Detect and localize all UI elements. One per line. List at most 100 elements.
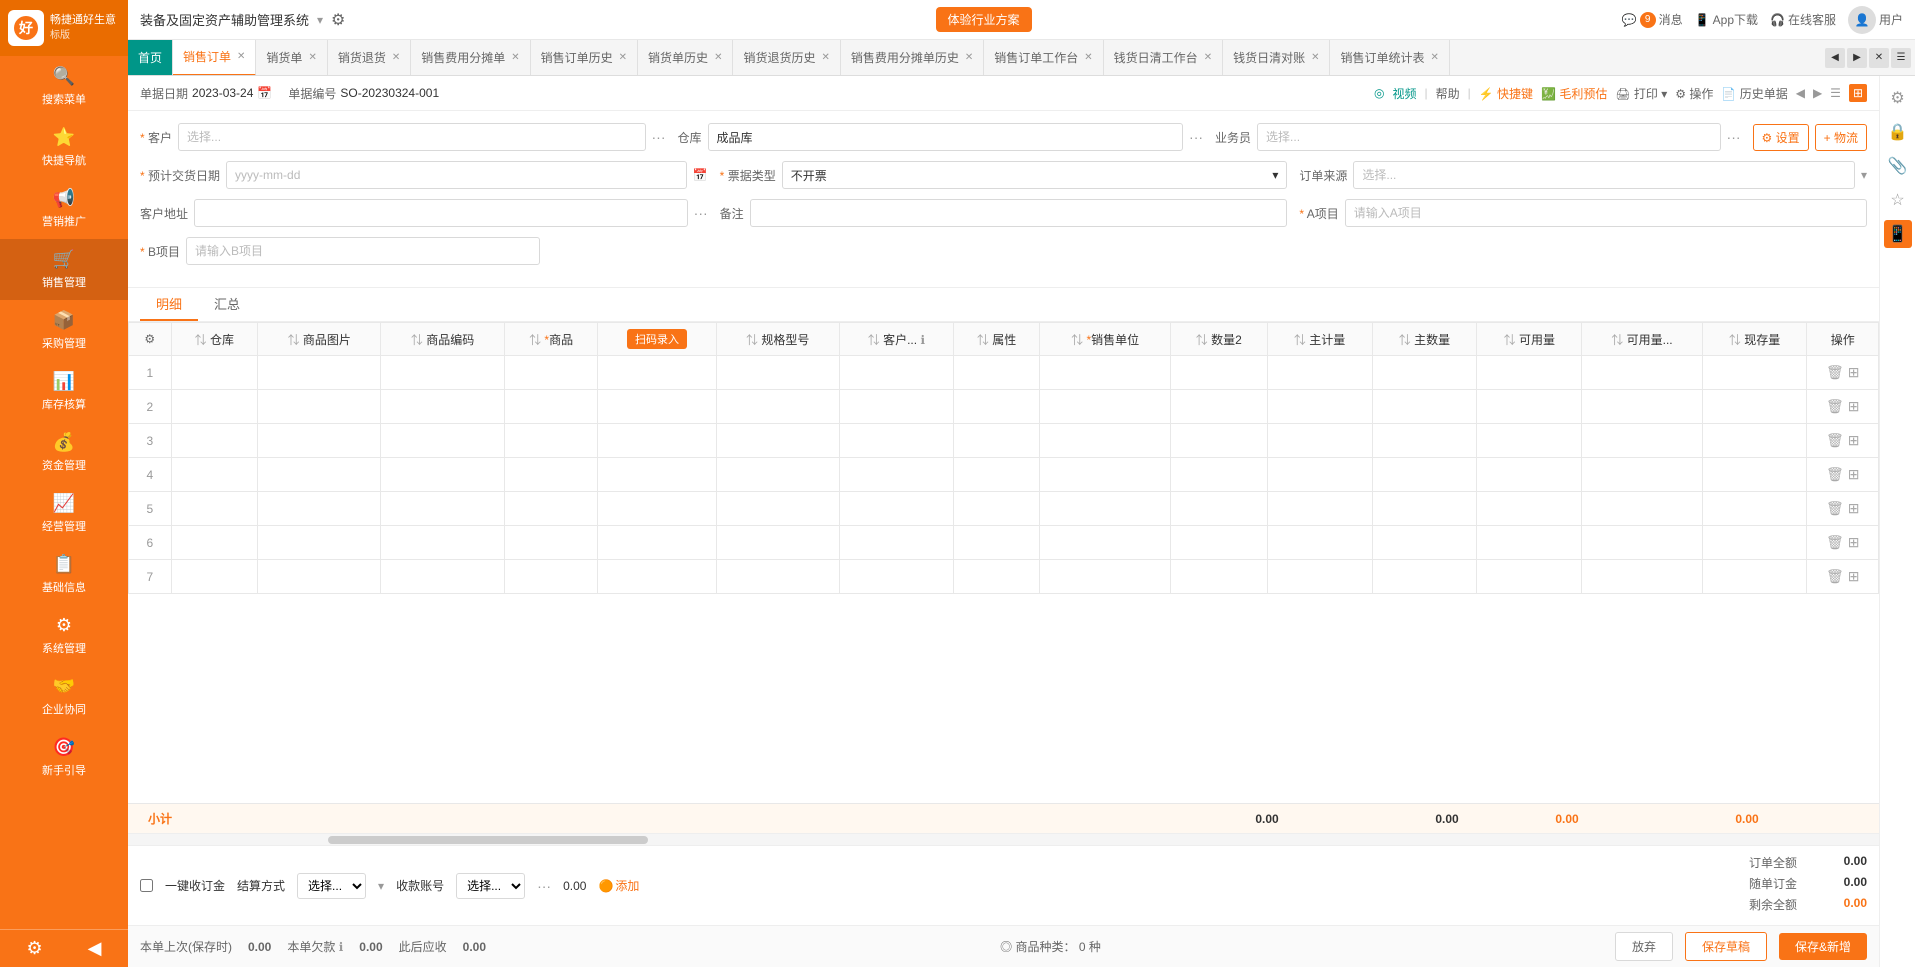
right-lock-icon[interactable]: 🔒 <box>1884 118 1912 146</box>
right-settings-icon[interactable]: ⚙ <box>1884 84 1912 112</box>
sidebar-logo[interactable]: 好 畅捷通好生意 标版 <box>0 0 128 56</box>
row-unit-2[interactable] <box>1040 390 1171 424</box>
tab-close-sales-order[interactable]: ✕ <box>237 51 245 62</box>
row-copy-5[interactable]: ⊞ <box>1848 500 1860 517</box>
sidebar-item-marketing[interactable]: 📢 营销推广 <box>0 178 128 239</box>
row-code-4[interactable] <box>381 458 504 492</box>
row-qty2-3[interactable] <box>1170 424 1267 458</box>
settings-icon[interactable]: ⚙ <box>144 332 155 346</box>
calendar-icon[interactable]: 📅 <box>257 86 272 100</box>
sidebar-item-shortcuts[interactable]: ⭐ 快捷导航 <box>0 117 128 178</box>
sidebar-item-operations[interactable]: 📈 经营管理 <box>0 483 128 544</box>
row-customer-code-4[interactable] <box>839 458 953 492</box>
sidebar-item-search[interactable]: 🔍 搜索菜单 <box>0 56 128 117</box>
row-unit-5[interactable] <box>1040 492 1171 526</box>
row-main-qty-4[interactable] <box>1372 458 1477 492</box>
dropdown-icon[interactable]: ▾ <box>317 13 323 27</box>
user-item[interactable]: 👤 用户 <box>1848 6 1903 34</box>
row-copy-1[interactable]: ⊞ <box>1848 364 1860 381</box>
row-main-qty-7[interactable] <box>1372 560 1477 594</box>
row-spec-5[interactable] <box>716 492 839 526</box>
row-warehouse-6[interactable] <box>171 526 258 560</box>
row-main-qty-1[interactable] <box>1372 356 1477 390</box>
tab-daily-clear[interactable]: 钱货日清工作台 ✕ <box>1104 40 1223 76</box>
row-main-qty-3[interactable] <box>1372 424 1477 458</box>
row-code-2[interactable] <box>381 390 504 424</box>
row-main-qty-2[interactable] <box>1372 390 1477 424</box>
row-copy-3[interactable]: ⊞ <box>1848 432 1860 449</box>
tab-refund-history[interactable]: 销货退货历史 ✕ <box>733 40 840 76</box>
row-copy-7[interactable]: ⊞ <box>1848 568 1860 585</box>
row-customer-code-3[interactable] <box>839 424 953 458</box>
row-qty2-2[interactable] <box>1170 390 1267 424</box>
row-warehouse-2[interactable] <box>171 390 258 424</box>
row-spec-4[interactable] <box>716 458 839 492</box>
row-qty2-6[interactable] <box>1170 526 1267 560</box>
row-attribute-2[interactable] <box>953 390 1040 424</box>
view-label[interactable]: 视频 <box>1392 85 1416 102</box>
row-unit-6[interactable] <box>1040 526 1171 560</box>
right-star-icon[interactable]: ☆ <box>1884 186 1912 214</box>
row-product-6[interactable] <box>504 526 598 560</box>
row-warehouse-3[interactable] <box>171 424 258 458</box>
salesperson-input[interactable] <box>1257 123 1721 151</box>
row-delete-6[interactable]: 🗑 <box>1826 534 1844 551</box>
add-goods-btn[interactable]: + 物流 <box>1815 124 1867 151</box>
settlement-select[interactable]: 选择... <box>297 873 366 899</box>
order-source-input[interactable] <box>1353 161 1855 189</box>
row-warehouse-1[interactable] <box>171 356 258 390</box>
settings-bottom-icon[interactable]: ⚙ <box>27 938 43 959</box>
app-download-item[interactable]: 📱 App下载 <box>1695 11 1758 28</box>
save-new-btn[interactable]: 保存&新增 <box>1779 933 1867 960</box>
row-unit-7[interactable] <box>1040 560 1171 594</box>
right-qr-icon[interactable]: 📱 <box>1884 220 1912 248</box>
row-delete-1[interactable]: 🗑 <box>1826 364 1844 381</box>
tab-sales-fee[interactable]: 销售费用分摊单 ✕ <box>411 40 530 76</box>
industry-btn[interactable]: 体验行业方案 <box>936 7 1032 32</box>
th-settings[interactable]: ⚙ <box>129 323 172 356</box>
tab-sales-stats[interactable]: 销售订单统计表 ✕ <box>1330 40 1449 76</box>
tab-home[interactable]: 首页 <box>128 40 173 76</box>
tab-close-return-history[interactable]: ✕ <box>714 52 722 63</box>
table-tab-detail[interactable]: 明细 <box>140 288 198 321</box>
row-copy-6[interactable]: ⊞ <box>1848 534 1860 551</box>
invoice-select[interactable]: 不开票 ▾ <box>782 161 1288 189</box>
grid-view-icon[interactable]: ⊞ <box>1849 84 1867 102</box>
profit-label[interactable]: 💹 毛利预估 <box>1541 85 1607 102</box>
account-dots[interactable]: ··· <box>537 878 551 894</box>
one-click-checkbox[interactable] <box>140 879 153 892</box>
tab-sales-return[interactable]: 销货单 ✕ <box>256 40 327 76</box>
tab-close-fee-history[interactable]: ✕ <box>965 52 973 63</box>
row-main-qty-6[interactable] <box>1372 526 1477 560</box>
tab-close-daily-clear[interactable]: ✕ <box>1204 52 1212 63</box>
warehouse-dots[interactable]: ··· <box>1189 129 1203 145</box>
row-product-4[interactable] <box>504 458 598 492</box>
tab-next-btn[interactable]: ▶ <box>1847 48 1867 68</box>
tab-close-refund-history[interactable]: ✕ <box>821 52 829 63</box>
row-code-3[interactable] <box>381 424 504 458</box>
messages-item[interactable]: 💬 9 消息 <box>1622 11 1683 28</box>
row-delete-7[interactable]: 🗑 <box>1826 568 1844 585</box>
history-label[interactable]: 📄 历史单据 <box>1721 85 1787 102</box>
row-spec-1[interactable] <box>716 356 839 390</box>
print-label[interactable]: 🖨 打印 ▾ <box>1615 85 1667 102</box>
row-code-1[interactable] <box>381 356 504 390</box>
nav-prev-icon[interactable]: ◀ <box>1796 86 1805 100</box>
settings-btn[interactable]: ⚙ 设置 <box>1753 124 1809 151</box>
row-product-7[interactable] <box>504 560 598 594</box>
tab-sales-history[interactable]: 销售订单历史 ✕ <box>531 40 638 76</box>
row-customer-code-1[interactable] <box>839 356 953 390</box>
tab-close-sales-stats[interactable]: ✕ <box>1431 52 1439 63</box>
row-attribute-1[interactable] <box>953 356 1040 390</box>
row-customer-code-6[interactable] <box>839 526 953 560</box>
row-unit-3[interactable] <box>1040 424 1171 458</box>
tab-close-sales-return[interactable]: ✕ <box>308 52 316 63</box>
tab-fee-history[interactable]: 销售费用分摊单历史 ✕ <box>841 40 984 76</box>
discard-btn[interactable]: 放弃 <box>1615 932 1673 961</box>
row-attribute-3[interactable] <box>953 424 1040 458</box>
sidebar-item-finance[interactable]: 💰 资金管理 <box>0 422 128 483</box>
add-btn[interactable]: 🟠 添加 <box>598 877 639 894</box>
tab-close-workbench[interactable]: ✕ <box>1084 52 1092 63</box>
sidebar-item-sales[interactable]: 🛒 销售管理 <box>0 239 128 300</box>
tab-return-history[interactable]: 销货单历史 ✕ <box>638 40 733 76</box>
